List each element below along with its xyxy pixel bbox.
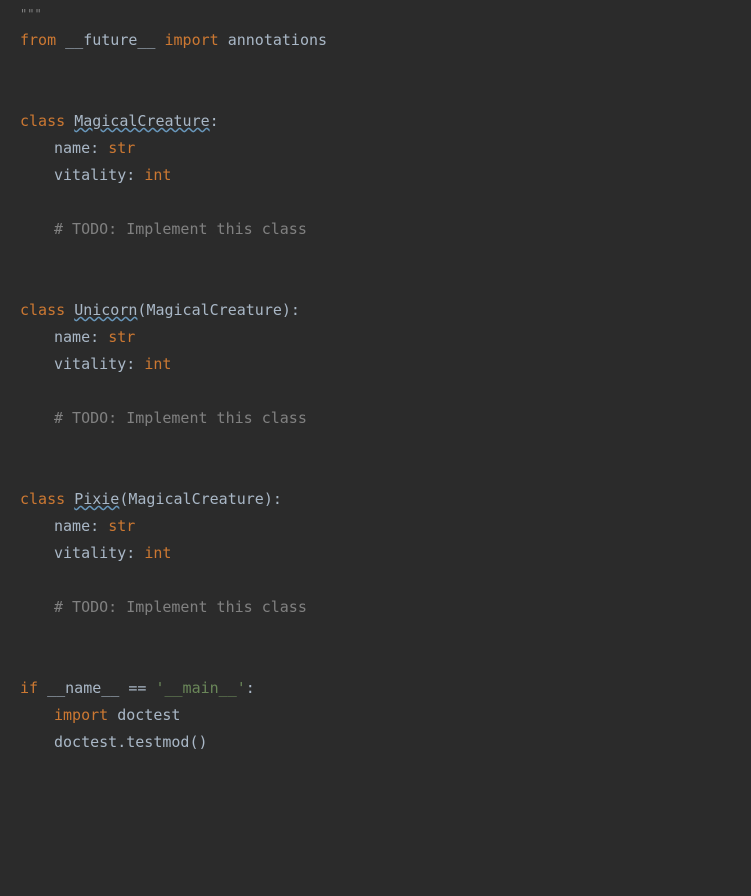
keyword-class: class [20,112,65,130]
base-class: MagicalCreature [128,490,263,508]
dunder-name: __name__ [38,679,128,697]
code-line: from __future__ import annotations [20,27,731,54]
string-literal: '__main__' [155,679,245,697]
type-annotation: int [144,355,171,373]
module-name: __future__ [65,31,155,49]
type-annotation: int [144,544,171,562]
code-line: vitality: int [20,540,731,567]
code-line: # TODO: Implement this class [20,405,731,432]
empty-line [20,621,731,648]
code-line: class Unicorn(MagicalCreature): [20,297,731,324]
code-line: class MagicalCreature: [20,108,731,135]
keyword-class: class [20,301,65,319]
code-line: name: str [20,135,731,162]
class-name: Pixie [74,490,119,508]
type-annotation: str [108,139,135,157]
equals: == [128,679,155,697]
keyword-from: from [20,31,56,49]
colon: : [246,679,255,697]
attribute-name: vitality: [54,355,144,373]
todo-comment: # TODO: Implement this class [54,409,307,427]
code-editor-pane[interactable]: """ from __future__ import annotations c… [20,0,731,756]
empty-line [20,270,731,297]
keyword-import: import [165,31,219,49]
code-line: # TODO: Implement this class [20,216,731,243]
import-name: annotations [228,31,327,49]
code-line: import doctest [20,702,731,729]
empty-line [20,567,731,594]
type-annotation: str [108,328,135,346]
docstring-close: """ [20,7,42,21]
todo-comment: # TODO: Implement this class [54,598,307,616]
base-class: MagicalCreature [146,301,281,319]
empty-line [20,54,731,81]
code-line: # TODO: Implement this class [20,594,731,621]
empty-line [20,189,731,216]
paren-close: ): [264,490,282,508]
attribute-name: name: [54,328,108,346]
attribute-name: vitality: [54,544,144,562]
code-line: """ [20,0,731,27]
type-annotation: str [108,517,135,535]
module-name: doctest [108,706,180,724]
attribute-name: vitality: [54,166,144,184]
empty-line [20,459,731,486]
keyword-import: import [54,706,108,724]
code-line: vitality: int [20,351,731,378]
attribute-name: name: [54,139,108,157]
type-annotation: int [144,166,171,184]
code-line: if __name__ == '__main__': [20,675,731,702]
code-line: doctest.testmod() [20,729,731,756]
code-line: name: str [20,513,731,540]
empty-line [20,243,731,270]
function-call: doctest.testmod() [54,733,208,751]
paren-close: ): [282,301,300,319]
empty-line [20,432,731,459]
keyword-if: if [20,679,38,697]
code-line: name: str [20,324,731,351]
empty-line [20,378,731,405]
empty-line [20,81,731,108]
empty-line [20,648,731,675]
class-name: Unicorn [74,301,137,319]
attribute-name: name: [54,517,108,535]
keyword-class: class [20,490,65,508]
class-name: MagicalCreature [74,112,209,130]
code-line: vitality: int [20,162,731,189]
todo-comment: # TODO: Implement this class [54,220,307,238]
colon: : [210,112,219,130]
code-line: class Pixie(MagicalCreature): [20,486,731,513]
